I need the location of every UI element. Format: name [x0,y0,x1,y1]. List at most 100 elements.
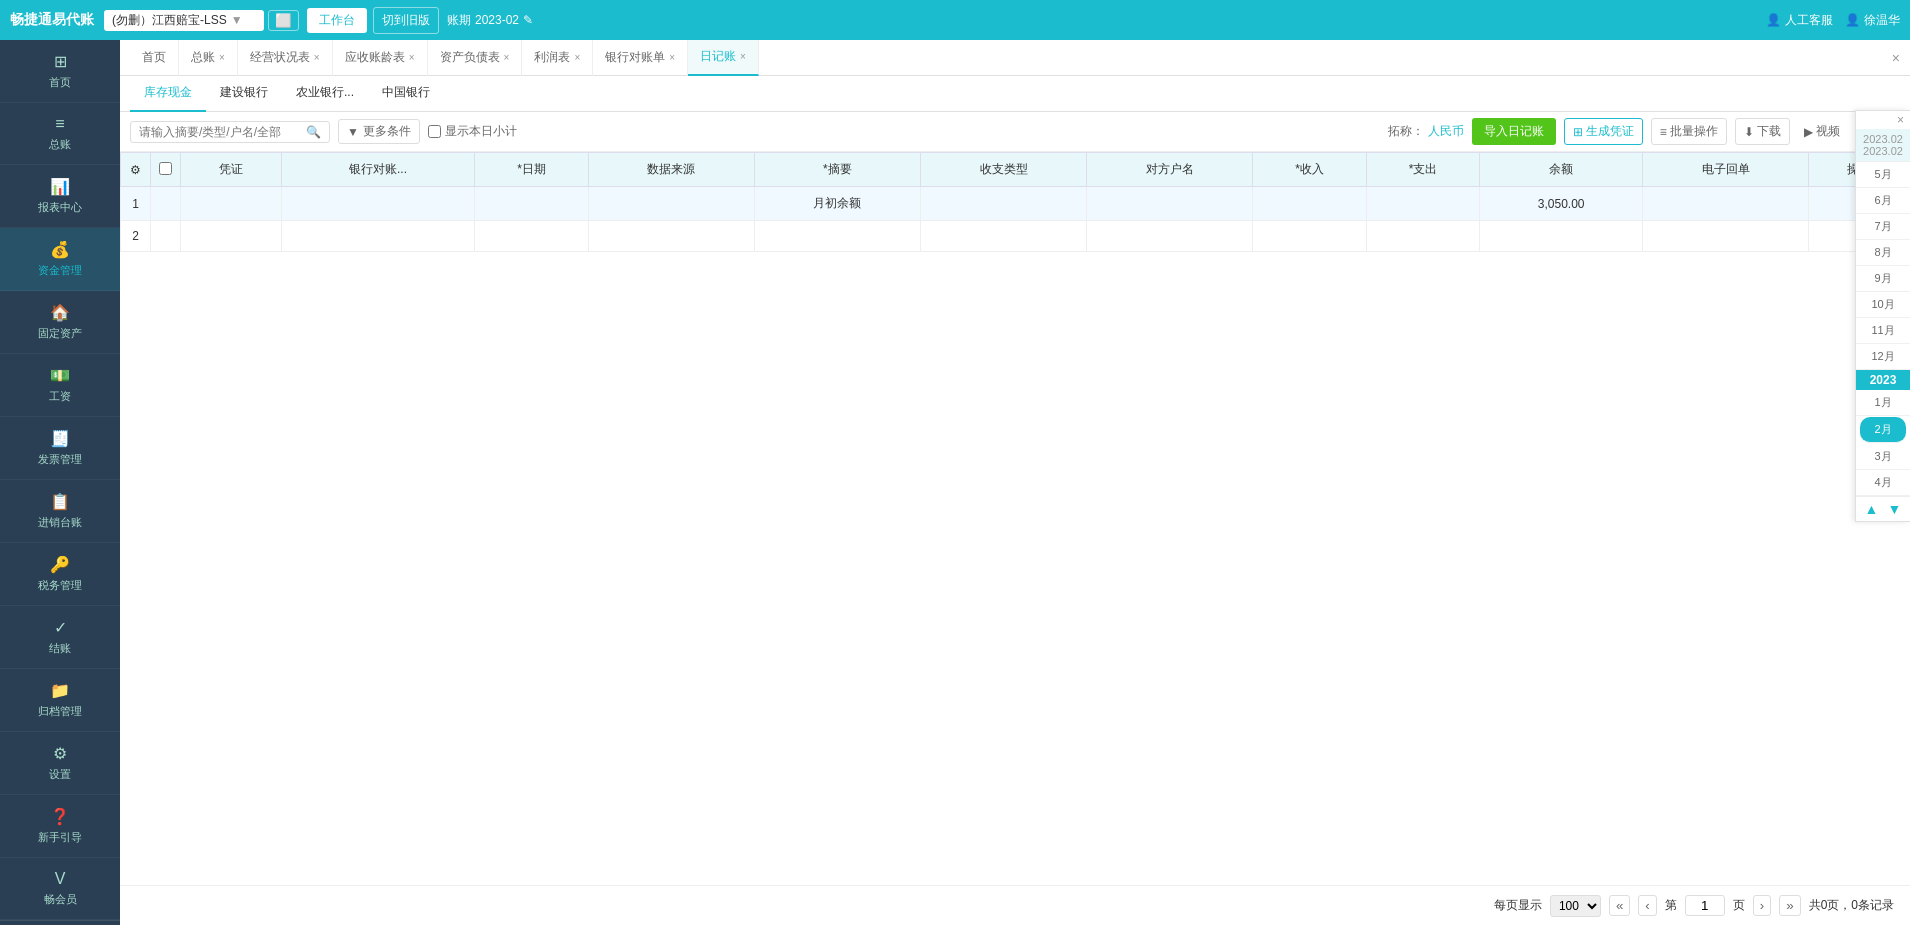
tab-diary-label: 日记账 [700,48,736,65]
tab-diary-close[interactable]: × [740,51,746,62]
currency-value[interactable]: 人民币 [1428,123,1464,140]
sidebar-item-close[interactable]: ✓ 结账 [0,606,120,669]
page-input[interactable] [1685,895,1725,916]
copy-company-button[interactable]: ⬜ [268,10,299,31]
sidebar-item-tax[interactable]: 🔑 税务管理 [0,543,120,606]
sidebar-item-ledger[interactable]: ≡ 总账 [0,103,120,165]
tab-status-label: 经营状况表 [250,49,310,66]
date-month-1[interactable]: 1月 [1856,390,1910,416]
date-month-3[interactable]: 3月 [1856,444,1910,470]
bank-tab-nongye-label: 农业银行... [296,84,354,101]
date-panel-close[interactable]: × [1856,111,1910,129]
tab-assets[interactable]: 资产负债表 × [428,40,523,76]
col-settings[interactable]: ⚙ [121,153,151,187]
generate-voucher-button[interactable]: ⊞ 生成凭证 [1564,118,1643,145]
date-nav-down[interactable]: ▼ [1888,501,1902,517]
user-service-button[interactable]: 👤 人工客服 [1766,12,1833,29]
close-all-tabs-button[interactable]: × [1892,50,1900,66]
bank-tab-zhongguo[interactable]: 中国银行 [368,76,444,112]
sidebar-item-guide[interactable]: ❓ 新手引导 [0,795,120,858]
col-date: *日期 [475,153,589,187]
date-month-7[interactable]: 7月 [1856,214,1910,240]
date-prev-year-2[interactable]: 2023.02 [1860,145,1906,157]
sidebar-item-member[interactable]: V 畅会员 [0,858,120,920]
date-month-10[interactable]: 10月 [1856,292,1910,318]
prev-page-button[interactable]: ‹ [1638,895,1656,916]
search-icon[interactable]: 🔍 [306,125,321,139]
pagination-summary: 共0页，0条记录 [1809,897,1894,914]
select-all-checkbox[interactable] [159,162,172,175]
bank-tab-cash[interactable]: 库存现金 [130,76,206,112]
workbench-button[interactable]: 工作台 [307,8,367,33]
tab-bank-statement[interactable]: 银行对账单 × [593,40,688,76]
filter-button[interactable]: ▼ 更多条件 [338,119,420,144]
next-page-button[interactable]: › [1753,895,1771,916]
toolbar-actions: 拓称： 人民币 导入日记账 ⊞ 生成凭证 ≡ 批量操作 ⬇ 下载 [1388,118,1900,145]
tab-profit-close[interactable]: × [574,52,580,63]
table-container: ⚙ 凭证 银行对账... *日期 数据来源 *摘要 收支类型 对方户名 *收入 … [120,152,1910,885]
bank-tab-nongye[interactable]: 农业银行... [282,76,368,112]
sidebar-item-capital[interactable]: 💰 资金管理 [0,228,120,291]
cell-income-1 [1253,187,1367,221]
date-nav-up[interactable]: ▲ [1865,501,1879,517]
date-month-11[interactable]: 11月 [1856,318,1910,344]
home-icon: ⊞ [54,52,67,71]
import-diary-button[interactable]: 导入日记账 [1472,118,1556,145]
tab-diary[interactable]: 日记账 × [688,40,759,76]
date-month-12[interactable]: 12月 [1856,344,1910,370]
switch-version-button[interactable]: 切到旧版 [373,7,439,34]
last-page-button[interactable]: » [1779,895,1800,916]
date-month-4[interactable]: 4月 [1856,470,1910,496]
sidebar-item-sales[interactable]: 📋 进销台账 [0,480,120,543]
tab-profit-label: 利润表 [534,49,570,66]
date-month-9[interactable]: 9月 [1856,266,1910,292]
cell-check-1[interactable] [151,187,181,221]
sidebar-item-salary[interactable]: 💵 工资 [0,354,120,417]
date-prev-year-1[interactable]: 2023.02 [1860,133,1906,145]
sidebar-item-invoice[interactable]: 🧾 发票管理 [0,417,120,480]
sidebar-label-tax: 税务管理 [38,578,82,593]
date-month-6[interactable]: 6月 [1856,188,1910,214]
col-check[interactable] [151,153,181,187]
company-selector[interactable]: (勿删）江西赔宝-LSS ▼ [104,10,264,31]
date-month-2[interactable]: 2月 [1860,417,1906,443]
tab-status-close[interactable]: × [314,52,320,63]
user-name-button[interactable]: 👤 徐温华 [1845,12,1900,29]
video-button[interactable]: ▶ 视频 [1798,119,1846,144]
batch-button[interactable]: ≡ 批量操作 [1651,118,1727,145]
show-daily-input[interactable] [428,125,441,138]
tab-home-label: 首页 [142,49,166,66]
tab-ledger-close[interactable]: × [219,52,225,63]
download-button[interactable]: ⬇ 下载 [1735,118,1790,145]
sidebar-item-settings[interactable]: ⚙ 设置 [0,732,120,795]
tab-receivable-close[interactable]: × [409,52,415,63]
date-month-8[interactable]: 8月 [1856,240,1910,266]
date-month-5[interactable]: 5月 [1856,162,1910,188]
tab-bank-statement-close[interactable]: × [669,52,675,63]
search-bar[interactable]: 🔍 [130,121,330,143]
sidebar-label-salary: 工资 [49,389,71,404]
first-page-button[interactable]: « [1609,895,1630,916]
search-input[interactable] [139,125,302,139]
tab-bar: 首页 总账 × 经营状况表 × 应收账龄表 × 资产负债表 × [120,40,1910,76]
sidebar-item-reports[interactable]: 📊 报表中心 [0,165,120,228]
cell-check-2[interactable] [151,221,181,252]
show-daily-checkbox[interactable]: 显示本日小计 [428,123,517,140]
sidebar: ⊞ 首页 ≡ 总账 📊 报表中心 💰 资金管理 🏠 固定资产 💵 工资 [0,40,120,925]
tab-home[interactable]: 首页 [130,40,179,76]
tab-assets-close[interactable]: × [504,52,510,63]
tab-status[interactable]: 经营状况表 × [238,40,333,76]
sidebar-item-fixed[interactable]: 🏠 固定资产 [0,291,120,354]
sidebar-item-home[interactable]: ⊞ 首页 [0,40,120,103]
bank-tab-jianshe[interactable]: 建设银行 [206,76,282,112]
period-edit-icon[interactable]: ✎ [523,13,533,27]
sidebar-label-invoice: 发票管理 [38,452,82,467]
sidebar-item-archive[interactable]: 📁 归档管理 [0,669,120,732]
tab-receivable[interactable]: 应收账龄表 × [333,40,428,76]
close-period-icon: ✓ [54,618,67,637]
tab-ledger-label: 总账 [191,49,215,66]
tab-ledger[interactable]: 总账 × [179,40,238,76]
batch-label: 批量操作 [1670,123,1718,140]
page-size-select[interactable]: 100 [1550,895,1601,917]
tab-profit[interactable]: 利润表 × [522,40,593,76]
